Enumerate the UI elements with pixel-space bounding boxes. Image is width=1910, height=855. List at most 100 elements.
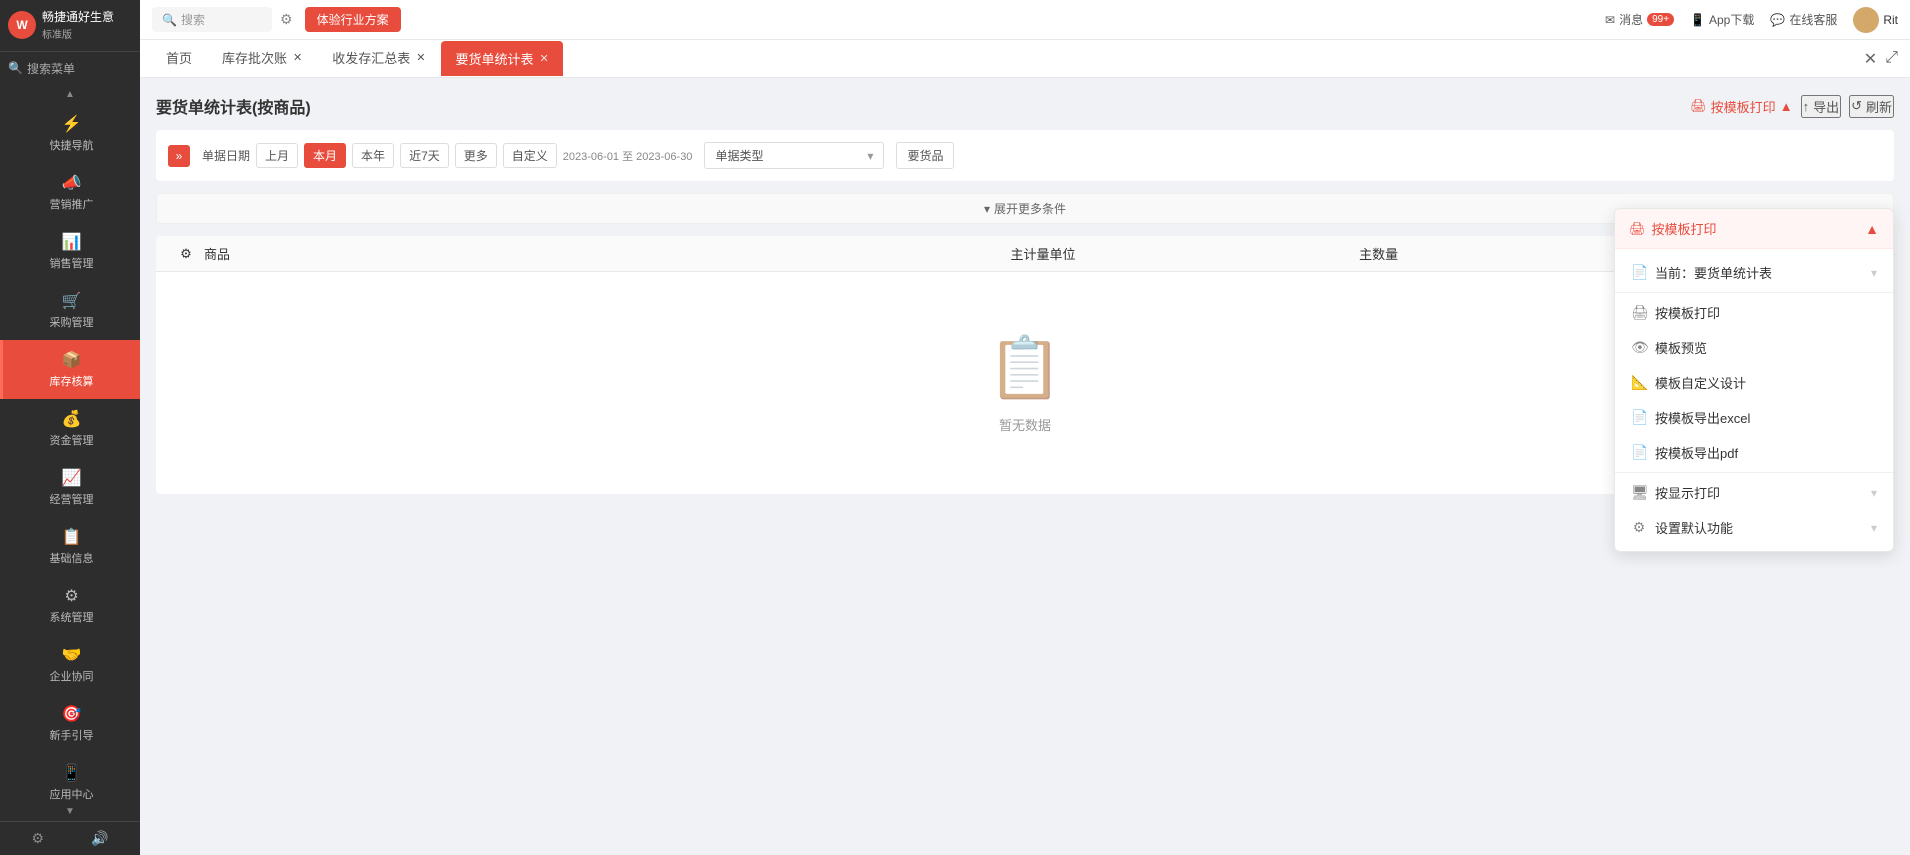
printer-header-icon: 🖨 <box>1629 221 1646 237</box>
date-btn-custom[interactable]: 自定义 <box>503 143 557 168</box>
message-badge: 99+ <box>1647 13 1674 26</box>
export-excel-label: 按模板导出excel <box>1655 408 1750 427</box>
sidebar-scroll-down[interactable]: ▼ <box>0 802 140 821</box>
tab-home[interactable]: 首页 <box>152 40 206 77</box>
template-design-label: 模板自定义设计 <box>1655 373 1746 392</box>
sidebar-logo: W 畅捷通好生意 标准版 <box>0 0 140 52</box>
sidebar-item-appstore[interactable]: 📱 应用中心 <box>0 753 140 802</box>
purchase-icon: 🛒 <box>62 291 82 311</box>
tab-collect-summary[interactable]: 收发存汇总表 ✕ <box>318 40 439 77</box>
sidebar-item-marketing[interactable]: 📣 营销推广 <box>0 163 140 222</box>
date-btn-this-month[interactable]: 本月 <box>304 143 346 168</box>
sidebar-item-newbie[interactable]: 🎯 新手引导 <box>0 694 140 753</box>
topbar-app-download[interactable]: 📱 App下载 <box>1690 11 1754 28</box>
sidebar-item-quick-nav[interactable]: ⚡ 快捷导航 <box>0 104 140 163</box>
template-preview-label: 模板预览 <box>1655 338 1707 357</box>
dropdown-current-template[interactable]: 📄 当前：要货单统计表 ▾ <box>1615 255 1893 290</box>
page-header: 要货单统计表(按商品) 🖨 按模板打印 ▲ ↑ 导出 ↺ 刷新 <box>156 94 1894 118</box>
settings-icon[interactable]: ⚙ <box>32 830 45 847</box>
template-print-icon: 🖨 <box>1631 304 1647 321</box>
dropdown-title: 按模板打印 <box>1652 219 1717 238</box>
date-btn-this-year[interactable]: 本年 <box>352 143 394 168</box>
newbie-icon: 🎯 <box>62 704 82 724</box>
current-arrow-icon: ▾ <box>1871 266 1877 280</box>
sidebar-item-purchase[interactable]: 🛒 采购管理 <box>0 281 140 340</box>
dropdown-template-print[interactable]: 🖨 按模板打印 <box>1615 295 1893 330</box>
topbar-search-icon: 🔍 <box>162 13 177 27</box>
dropdown-template-preview[interactable]: 👁 模板预览 <box>1615 330 1893 365</box>
dropdown-arrow-icon: ▾ <box>867 149 873 163</box>
date-btn-7days[interactable]: 近7天 <box>400 143 449 168</box>
app-download-label: App下载 <box>1709 11 1754 28</box>
date-range-display: 2023-06-01 至 2023-06-30 <box>563 148 693 164</box>
topbar-gear-icon[interactable]: ⚙ <box>280 11 293 28</box>
template-design-icon: 📐 <box>1631 374 1647 391</box>
sidebar-item-sales[interactable]: 📊 销售管理 <box>0 222 140 281</box>
close-inventory-batch-tab[interactable]: ✕ <box>293 51 302 64</box>
sidebar-item-operations[interactable]: 📈 经营管理 <box>0 458 140 517</box>
refresh-button[interactable]: ↺ 刷新 <box>1849 95 1894 118</box>
date-btn-last-month[interactable]: 上月 <box>256 143 298 168</box>
display-print-arrow: ▾ <box>1871 486 1877 500</box>
tab-order-summary[interactable]: 要货单统计表 ✕ <box>441 41 562 76</box>
export-button[interactable]: ↑ 导出 <box>1801 95 1842 118</box>
dropdown-export-pdf[interactable]: 📄 按模板导出pdf <box>1615 435 1893 470</box>
topbar-online-service[interactable]: 💬 在线客服 <box>1770 11 1837 28</box>
col-unit: 主计量单位 <box>875 244 1211 263</box>
template-print-button[interactable]: 🖨 按模板打印 ▲ <box>1690 97 1792 116</box>
order-goods-filter: 要货品 <box>896 142 954 169</box>
template-print-label: 按模板打印 <box>1655 303 1720 322</box>
sidebar-item-finance[interactable]: 💰 资金管理 <box>0 399 140 458</box>
dropdown-display-print[interactable]: 🖥 按显示打印 ▾ <box>1615 475 1893 510</box>
sidebar-item-basics[interactable]: 📋 基础信息 <box>0 517 140 576</box>
dropdown-export-excel[interactable]: 📄 按模板导出excel <box>1615 400 1893 435</box>
chevron-up-icon: ▲ <box>1780 99 1793 114</box>
filter-toggle[interactable]: » <box>168 145 190 167</box>
col-settings[interactable]: ⚙ <box>168 246 204 262</box>
sidebar-scroll-up[interactable]: ▲ <box>0 85 140 104</box>
close-order-summary-tab[interactable]: ✕ <box>540 52 549 65</box>
tab-inventory-batch[interactable]: 库存批次账 ✕ <box>208 40 316 77</box>
tab-close-icon[interactable]: ✕ <box>1864 49 1877 69</box>
refresh-icon: ↺ <box>1851 98 1862 114</box>
date-filter-group: 单据日期 上月 本月 本年 近7天 更多 自定义 2023-06-01 至 20… <box>202 143 692 168</box>
sidebar-search[interactable]: 🔍 搜索菜单 <box>0 52 140 85</box>
quick-nav-icon: ⚡ <box>62 114 82 134</box>
dropdown-template-design[interactable]: 📐 模板自定义设计 <box>1615 365 1893 400</box>
close-collect-summary-tab[interactable]: ✕ <box>416 51 425 64</box>
col-product: 商品 <box>204 244 875 263</box>
expand-icon: ▾ <box>984 202 990 216</box>
topbar-search[interactable]: 🔍 搜索 <box>152 7 272 32</box>
dropdown-header-left: 🖨 按模板打印 <box>1629 219 1717 238</box>
tab-expand-icon[interactable]: ⤢ <box>1885 49 1898 69</box>
current-template-icon: 📄 <box>1631 264 1647 281</box>
print-dropdown-popup: 🖨 按模板打印 ▲ 📄 当前：要货单统计表 ▾ 🖨 按模板打印 👁 <box>1614 208 1894 552</box>
dropdown-close-icon[interactable]: ▲ <box>1865 221 1879 237</box>
sidebar-item-system[interactable]: ⚙ 系统管理 <box>0 576 140 635</box>
display-print-label: 按显示打印 <box>1655 483 1720 502</box>
trial-button[interactable]: 体验行业方案 <box>305 7 401 32</box>
app-name-block: 畅捷通好生意 标准版 <box>42 10 114 41</box>
dropdown-default-func[interactable]: ⚙ 设置默认功能 ▾ <box>1615 510 1893 545</box>
page-title: 要货单统计表(按商品) <box>156 94 311 118</box>
audio-icon[interactable]: 🔊 <box>91 830 108 847</box>
cooperation-icon: 🤝 <box>62 645 82 665</box>
sidebar: W 畅捷通好生意 标准版 🔍 搜索菜单 ▲ ⚡ 快捷导航 📣 营销推广 📊 销售… <box>0 0 140 855</box>
message-label: 消息 <box>1619 11 1643 28</box>
sidebar-item-cooperation[interactable]: 🤝 企业协同 <box>0 635 140 694</box>
tabs-bar: 首页 库存批次账 ✕ 收发存汇总表 ✕ 要货单统计表 ✕ ✕ ⤢ <box>140 40 1910 78</box>
display-print-icon: 🖥 <box>1631 484 1647 501</box>
divider-1 <box>1615 292 1893 293</box>
export-pdf-icon: 📄 <box>1631 444 1647 461</box>
user-name: Rit <box>1883 13 1898 27</box>
order-type-dropdown[interactable]: 单据类型 ▾ <box>704 142 884 169</box>
default-func-arrow: ▾ <box>1871 521 1877 535</box>
sidebar-item-inventory[interactable]: 📦 库存核算 <box>0 340 140 399</box>
topbar-right: ✉ 消息 99+ 📱 App下载 💬 在线客服 Rit <box>1605 7 1898 33</box>
empty-text: 暂无数据 <box>999 415 1051 434</box>
inventory-icon: 📦 <box>62 350 82 370</box>
user-avatar-area[interactable]: Rit <box>1853 7 1898 33</box>
date-btn-more[interactable]: 更多 <box>455 143 497 168</box>
date-label: 单据日期 <box>202 147 250 164</box>
topbar-message[interactable]: ✉ 消息 99+ <box>1605 11 1674 28</box>
